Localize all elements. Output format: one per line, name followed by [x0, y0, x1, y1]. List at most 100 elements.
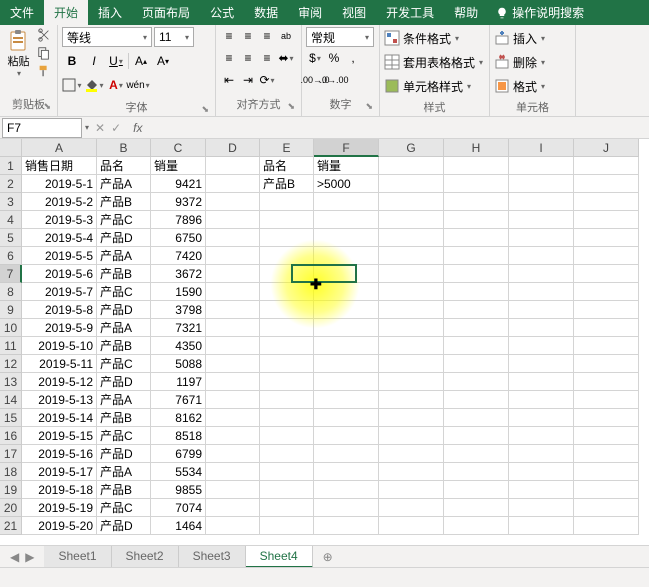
cell[interactable] — [314, 373, 379, 391]
cell[interactable] — [509, 391, 574, 409]
cell[interactable] — [379, 175, 444, 193]
font-size-combo[interactable]: 11▾ — [154, 27, 194, 47]
underline-button[interactable]: U▾ — [106, 51, 126, 71]
cell[interactable]: 产品C — [97, 427, 151, 445]
cell[interactable]: 品名 — [97, 157, 151, 175]
cancel-formula-icon[interactable]: ✕ — [95, 121, 105, 135]
name-box[interactable]: F7 — [2, 118, 82, 138]
cell[interactable]: 2019-5-16 — [22, 445, 97, 463]
cell[interactable]: 产品D — [97, 373, 151, 391]
cell[interactable] — [509, 517, 574, 535]
cell[interactable] — [574, 373, 639, 391]
decrease-decimal-button[interactable]: .0→.00 — [325, 71, 343, 89]
sheet-tab[interactable]: Sheet1 — [44, 546, 111, 568]
cell[interactable] — [379, 481, 444, 499]
cell[interactable] — [260, 409, 314, 427]
row-header[interactable]: 11 — [0, 337, 22, 355]
col-header-A[interactable]: A — [22, 139, 97, 157]
align-left-button[interactable]: ≡ — [220, 49, 238, 67]
select-all-corner[interactable] — [0, 139, 22, 157]
row-header[interactable]: 3 — [0, 193, 22, 211]
cell[interactable]: 产品D — [97, 517, 151, 535]
cell[interactable] — [260, 265, 314, 283]
format-cells-button[interactable]: 格式▾ — [494, 75, 545, 97]
cell[interactable]: 2019-5-12 — [22, 373, 97, 391]
col-header-F[interactable]: F — [314, 139, 379, 157]
row-header[interactable]: 9 — [0, 301, 22, 319]
col-header-H[interactable]: H — [444, 139, 509, 157]
cell[interactable] — [509, 427, 574, 445]
format-painter-button[interactable] — [35, 63, 53, 79]
cell[interactable]: 产品D — [97, 445, 151, 463]
cell[interactable] — [314, 301, 379, 319]
cell[interactable] — [260, 445, 314, 463]
cell[interactable] — [206, 391, 260, 409]
cell[interactable]: 2019-5-13 — [22, 391, 97, 409]
cell[interactable] — [314, 499, 379, 517]
cell[interactable] — [206, 157, 260, 175]
row-header[interactable]: 21 — [0, 517, 22, 535]
orientation-button[interactable]: ⟳▾ — [258, 71, 276, 89]
merge-button[interactable]: ⬌▾ — [277, 49, 295, 67]
tab-review[interactable]: 审阅 — [288, 0, 332, 25]
col-header-E[interactable]: E — [260, 139, 314, 157]
cell[interactable] — [206, 355, 260, 373]
fx-icon[interactable]: fx — [127, 121, 148, 135]
cell[interactable] — [509, 283, 574, 301]
cell[interactable] — [444, 175, 509, 193]
cell[interactable] — [509, 157, 574, 175]
cell[interactable]: 2019-5-18 — [22, 481, 97, 499]
cell[interactable] — [260, 463, 314, 481]
tab-help[interactable]: 帮助 — [444, 0, 488, 25]
cell[interactable]: >5000 — [314, 175, 379, 193]
cell[interactable]: 1197 — [151, 373, 206, 391]
tab-nav-prev[interactable]: ◀ — [10, 550, 19, 564]
cell[interactable]: 2019-5-5 — [22, 247, 97, 265]
cell[interactable]: 产品A — [97, 391, 151, 409]
font-name-combo[interactable]: 等线▾ — [62, 27, 152, 47]
cell[interactable]: 2019-5-6 — [22, 265, 97, 283]
cell[interactable]: 2019-5-20 — [22, 517, 97, 535]
cell[interactable]: 2019-5-10 — [22, 337, 97, 355]
cell[interactable] — [444, 355, 509, 373]
cell[interactable] — [444, 229, 509, 247]
row-header[interactable]: 5 — [0, 229, 22, 247]
cell[interactable] — [260, 283, 314, 301]
wrap-text-button[interactable]: ab — [277, 27, 295, 45]
cell[interactable] — [314, 481, 379, 499]
cell[interactable] — [509, 481, 574, 499]
cell[interactable] — [574, 481, 639, 499]
cell[interactable] — [509, 445, 574, 463]
align-top-button[interactable]: ≡ — [220, 27, 238, 45]
cell[interactable] — [574, 193, 639, 211]
cell[interactable]: 产品B — [260, 175, 314, 193]
tab-layout[interactable]: 页面布局 — [132, 0, 200, 25]
cell[interactable]: 产品B — [97, 337, 151, 355]
col-header-G[interactable]: G — [379, 139, 444, 157]
row-header[interactable]: 15 — [0, 409, 22, 427]
cell[interactable] — [379, 283, 444, 301]
cell[interactable] — [206, 283, 260, 301]
cell[interactable]: 3672 — [151, 265, 206, 283]
cell[interactable] — [379, 193, 444, 211]
cell[interactable] — [379, 463, 444, 481]
cell[interactable] — [444, 247, 509, 265]
cell[interactable] — [509, 355, 574, 373]
cell[interactable]: 7420 — [151, 247, 206, 265]
cell[interactable]: 2019-5-4 — [22, 229, 97, 247]
row-header[interactable]: 1 — [0, 157, 22, 175]
tab-dev[interactable]: 开发工具 — [376, 0, 444, 25]
row-header[interactable]: 12 — [0, 355, 22, 373]
sheet-tab[interactable]: Sheet2 — [112, 546, 179, 568]
cell[interactable] — [206, 481, 260, 499]
tab-insert[interactable]: 插入 — [88, 0, 132, 25]
cell[interactable]: 产品C — [97, 211, 151, 229]
cell[interactable]: 产品A — [97, 247, 151, 265]
cell[interactable]: 2019-5-3 — [22, 211, 97, 229]
cell[interactable] — [509, 211, 574, 229]
cell[interactable]: 2019-5-17 — [22, 463, 97, 481]
cell[interactable]: 2019-5-7 — [22, 283, 97, 301]
cell[interactable] — [444, 463, 509, 481]
cell[interactable] — [206, 175, 260, 193]
cell[interactable] — [206, 409, 260, 427]
